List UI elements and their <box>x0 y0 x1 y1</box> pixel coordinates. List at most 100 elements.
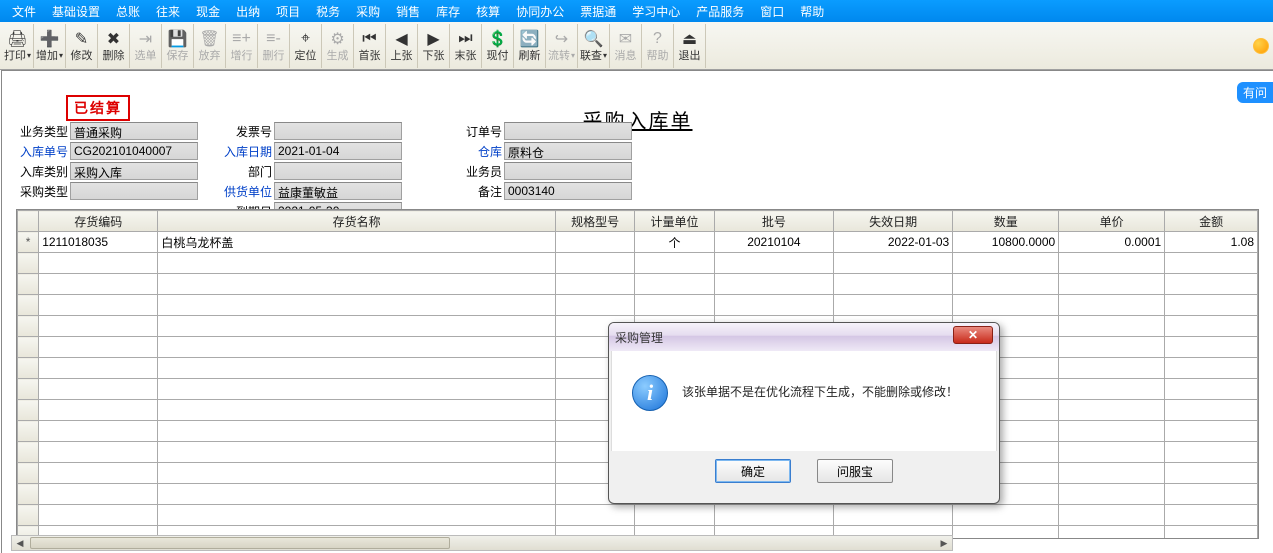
save-button-icon: 💾 <box>168 29 188 49</box>
menu-10[interactable]: 库存 <box>428 1 468 22</box>
delete-button-icon: ✖ <box>107 29 120 49</box>
horizontal-scrollbar[interactable]: ◀ ▶ <box>11 535 953 551</box>
label-in_no: 入库单号 <box>18 143 70 160</box>
document-header: 已结算 采购入库单 业务类型普通采购入库单号CG202101040007入库类别… <box>6 75 1269 205</box>
discard-button-icon: 🗑 <box>199 29 219 49</box>
last-button[interactable]: ⏭末张 <box>450 24 482 68</box>
menu-17[interactable]: 帮助 <box>792 1 832 22</box>
col-header-0[interactable] <box>18 211 39 232</box>
col-header-9[interactable]: 金额 <box>1165 211 1258 232</box>
add-button[interactable]: ➕增加▾ <box>34 24 66 68</box>
col-header-2[interactable]: 存货名称 <box>158 211 555 232</box>
prev-button[interactable]: ◀上张 <box>386 24 418 68</box>
info-icon: i <box>632 375 668 411</box>
menu-7[interactable]: 税务 <box>308 1 348 22</box>
scroll-left-icon[interactable]: ◀ <box>12 536 28 550</box>
pay-now-button-icon: 💲 <box>488 29 508 49</box>
menu-6[interactable]: 项目 <box>268 1 308 22</box>
first-button[interactable]: ⏮首张 <box>354 24 386 68</box>
menu-9[interactable]: 销售 <box>388 1 428 22</box>
scroll-right-icon[interactable]: ▶ <box>936 536 952 550</box>
dialog-close-button[interactable]: ✕ <box>953 326 993 344</box>
field-clerk[interactable] <box>504 162 632 180</box>
label-remark: 备注 <box>452 183 504 200</box>
col-header-8[interactable]: 单价 <box>1059 211 1165 232</box>
exit-button-icon: ⏏ <box>682 29 697 49</box>
dialog-ask-button[interactable]: 问服宝 <box>817 459 893 483</box>
add-row-button-icon: ≡+ <box>232 29 251 49</box>
field-pur_type[interactable] <box>70 182 198 200</box>
field-biz_type[interactable]: 普通采购 <box>70 122 198 140</box>
col-header-6[interactable]: 失效日期 <box>834 211 953 232</box>
menu-1[interactable]: 基础设置 <box>44 1 108 22</box>
field-remark[interactable]: 0003140 <box>504 182 632 200</box>
pay-now-button[interactable]: 💲现付 <box>482 24 514 68</box>
scrollbar-thumb[interactable] <box>30 537 450 549</box>
menu-11[interactable]: 核算 <box>468 1 508 22</box>
refresh-button[interactable]: 🔄刷新 <box>514 24 546 68</box>
table-row[interactable] <box>18 253 1258 274</box>
label-pur_type: 采购类型 <box>18 183 70 200</box>
col-header-3[interactable]: 规格型号 <box>555 211 634 232</box>
dialog-ok-button[interactable]: 确定 <box>715 459 791 483</box>
toolbar: 🖨打印▾➕增加▾✎修改✖删除⇥选单💾保存🗑放弃≡+增行≡-删行⌖定位⚙生成⏮首张… <box>0 22 1273 70</box>
del-row-button: ≡-删行 <box>258 24 290 68</box>
exit-button[interactable]: ⏏退出 <box>674 24 706 68</box>
menu-12[interactable]: 协同办公 <box>508 1 572 22</box>
menu-8[interactable]: 采购 <box>348 1 388 22</box>
dialog-titlebar[interactable]: 采购管理 ✕ <box>609 323 999 351</box>
select-order-button-icon: ⇥ <box>139 29 152 49</box>
menu-4[interactable]: 现金 <box>188 1 228 22</box>
next-button[interactable]: ▶下张 <box>418 24 450 68</box>
menu-0[interactable]: 文件 <box>4 1 44 22</box>
field-supplier[interactable]: 益康董敏益 <box>274 182 402 200</box>
label-in_cat: 入库类别 <box>18 163 70 180</box>
discard-button: 🗑放弃 <box>194 24 226 68</box>
field-in_date[interactable]: 2021-01-04 <box>274 142 402 160</box>
field-order_no[interactable] <box>504 122 632 140</box>
print-button-icon: 🖨 <box>7 29 27 49</box>
menu-2[interactable]: 总账 <box>108 1 148 22</box>
field-wh[interactable]: 原料仓 <box>504 142 632 160</box>
notification-dot-icon[interactable] <box>1253 38 1269 54</box>
table-row[interactable] <box>18 505 1258 526</box>
col-header-5[interactable]: 批号 <box>714 211 833 232</box>
save-button: 💾保存 <box>162 24 194 68</box>
dialog-message: 该张单据不是在优化流程下生成，不能删除或修改！ <box>682 375 958 400</box>
generate-button: ⚙生成 <box>322 24 354 68</box>
table-row[interactable] <box>18 274 1258 295</box>
flow-button: ↪流转▾ <box>546 24 578 68</box>
edit-button[interactable]: ✎修改 <box>66 24 98 68</box>
label-dept: 部门 <box>222 163 274 180</box>
menu-14[interactable]: 学习中心 <box>624 1 688 22</box>
link-query-button[interactable]: 🔍联查▾ <box>578 24 610 68</box>
field-inv_no[interactable] <box>274 122 402 140</box>
delete-button[interactable]: ✖删除 <box>98 24 130 68</box>
menu-15[interactable]: 产品服务 <box>688 1 752 22</box>
help-button-icon: ? <box>653 29 662 49</box>
table-row[interactable]: *1211018035白桃乌龙杯盖个202101042022-01-031080… <box>18 232 1258 253</box>
last-button-icon: ⏭ <box>458 29 472 49</box>
label-clerk: 业务员 <box>452 163 504 180</box>
field-in_no[interactable]: CG202101040007 <box>70 142 198 160</box>
menu-16[interactable]: 窗口 <box>752 1 792 22</box>
print-button[interactable]: 🖨打印▾ <box>2 24 34 68</box>
label-wh: 仓库 <box>452 143 504 160</box>
col-header-7[interactable]: 数量 <box>953 211 1059 232</box>
field-in_cat[interactable]: 采购入库 <box>70 162 198 180</box>
edit-button-icon: ✎ <box>75 29 88 49</box>
select-order-button: ⇥选单 <box>130 24 162 68</box>
col-header-4[interactable]: 计量单位 <box>635 211 714 232</box>
add-button-icon: ➕ <box>40 29 60 49</box>
field-dept[interactable] <box>274 162 402 180</box>
locate-button[interactable]: ⌖定位 <box>290 24 322 68</box>
refresh-button-icon: 🔄 <box>520 29 540 49</box>
menu-13[interactable]: 票据通 <box>572 1 624 22</box>
flow-button-icon: ↪ <box>555 29 568 49</box>
label-supplier: 供货单位 <box>222 183 274 200</box>
help-button: ?帮助 <box>642 24 674 68</box>
col-header-1[interactable]: 存货编码 <box>39 211 158 232</box>
menu-3[interactable]: 往来 <box>148 1 188 22</box>
table-row[interactable] <box>18 295 1258 316</box>
menu-5[interactable]: 出纳 <box>228 1 268 22</box>
